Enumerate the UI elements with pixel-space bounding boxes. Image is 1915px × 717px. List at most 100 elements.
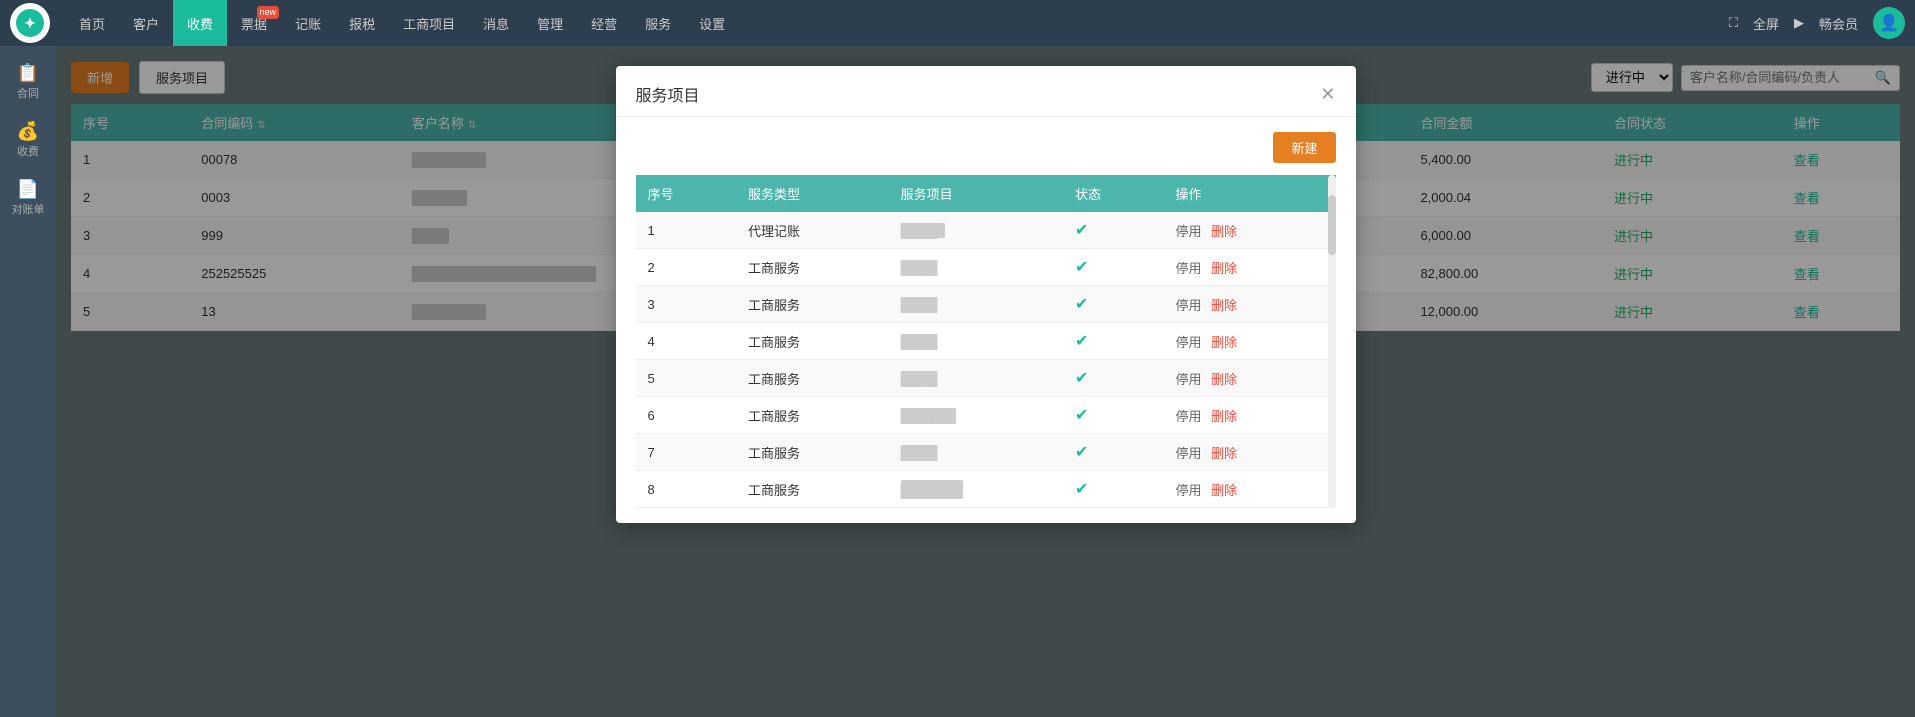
delete-button[interactable]: 删除 (1211, 224, 1237, 239)
modal-table-row: 5 工商服务 ████ ✔ 停用 删除 (636, 360, 1336, 397)
modal-cell-service-item: ████1 (889, 212, 1063, 249)
stop-button[interactable]: 停用 (1175, 409, 1201, 424)
play-icon[interactable]: ▶ (1794, 15, 1804, 31)
modal-table-header: 序号 服务类型 服务项目 状态 操作 (636, 175, 1336, 212)
nav-service[interactable]: 服务 (631, 0, 685, 46)
modal-cell-actions: 停用 删除 (1163, 397, 1335, 434)
modal-cell-seq: 6 (636, 397, 736, 434)
stop-button[interactable]: 停用 (1175, 446, 1201, 461)
modal-cell-status: ✔ (1063, 323, 1163, 360)
statement-icon: 📄 (17, 180, 39, 198)
modal-col-seq: 序号 (636, 175, 736, 212)
nav-fee[interactable]: 收费 (173, 0, 227, 46)
modal-table-row: 4 工商服务 ████ ✔ 停用 删除 (636, 323, 1336, 360)
nav-invoice[interactable]: 票据 new (227, 0, 281, 46)
modal-col-service-type: 服务类型 (736, 175, 889, 212)
delete-button[interactable]: 删除 (1211, 446, 1237, 461)
modal-title: 服务项目 (636, 82, 700, 106)
stop-button[interactable]: 停用 (1175, 335, 1201, 350)
nav-message[interactable]: 消息 (469, 0, 523, 46)
status-check-icon: ✔ (1075, 296, 1088, 313)
nav-home[interactable]: 首页 (65, 0, 119, 46)
modal-cell-actions: 停用 删除 (1163, 286, 1335, 323)
nav-business[interactable]: 工商项目 (389, 0, 469, 46)
modal-table-row: 1 代理记账 ████1 ✔ 停用 删除 (636, 212, 1336, 249)
top-navigation: ✦ 首页 客户 收费 票据 new 记账 报税 工商项目 消息 管理 经营 服务… (0, 0, 1915, 46)
modal-cell-actions: 停用 删除 (1163, 434, 1335, 471)
delete-button[interactable]: 删除 (1211, 483, 1237, 498)
delete-button[interactable]: 删除 (1211, 372, 1237, 387)
nav-tax[interactable]: 报税 (335, 0, 389, 46)
sidebar-label-statement: 对账单 (12, 201, 45, 217)
sidebar-label-fee: 收费 (17, 143, 39, 159)
stop-button[interactable]: 停用 (1175, 483, 1201, 498)
stop-button[interactable]: 停用 (1175, 224, 1201, 239)
delete-button[interactable]: 删除 (1211, 261, 1237, 276)
modal-cell-service-type: 工商服务 (736, 323, 889, 360)
modal-cell-seq: 8 (636, 471, 736, 508)
sidebar-item-statement[interactable]: 📄 对账单 (3, 172, 53, 225)
status-check-icon: ✔ (1075, 259, 1088, 276)
status-check-icon: ✔ (1075, 222, 1088, 239)
modal-cell-status: ✔ (1063, 471, 1163, 508)
sidebar-item-fee[interactable]: 💰 收费 (3, 114, 53, 167)
contract-icon: 📋 (17, 64, 39, 82)
modal-cell-service-item: ████ (889, 286, 1063, 323)
status-check-icon: ✔ (1075, 444, 1088, 461)
stop-button[interactable]: 停用 (1175, 372, 1201, 387)
nav-bookkeeping[interactable]: 记账 (281, 0, 335, 46)
nav-client[interactable]: 客户 (119, 0, 173, 46)
modal-cell-seq: 3 (636, 286, 736, 323)
modal-cell-service-item: ████ (889, 249, 1063, 286)
status-check-icon: ✔ (1075, 370, 1088, 387)
modal-cell-actions: 停用 删除 (1163, 323, 1335, 360)
modal-cell-service-type: 工商服务 (736, 360, 889, 397)
sidebar: 📋 合同 💰 收费 📄 对账单 (0, 46, 56, 717)
modal-table-row: 3 工商服务 ████ ✔ 停用 删除 (636, 286, 1336, 323)
modal-header: 服务项目 ✕ (616, 66, 1356, 117)
fullscreen-label: 全屏 (1753, 14, 1779, 33)
modal-cell-seq: 4 (636, 323, 736, 360)
modal-cell-seq: 5 (636, 360, 736, 397)
modal-cell-actions: 停用 删除 (1163, 212, 1335, 249)
modal-cell-service-item: ████ (889, 434, 1063, 471)
user-avatar[interactable]: 👤 (1873, 7, 1905, 39)
modal-cell-actions: 停用 删除 (1163, 360, 1335, 397)
nav-settings[interactable]: 设置 (685, 0, 739, 46)
sidebar-item-contract[interactable]: 📋 合同 (3, 56, 53, 109)
modal-col-service-item: 服务项目 (889, 175, 1063, 212)
modal-cell-actions: 停用 删除 (1163, 249, 1335, 286)
stop-button[interactable]: 停用 (1175, 298, 1201, 313)
delete-button[interactable]: 删除 (1211, 409, 1237, 424)
modal-cell-status: ✔ (1063, 434, 1163, 471)
modal-overlay: 服务项目 ✕ 新建 序号 服务类型 服务项目 (56, 46, 1915, 717)
modal-cell-service-item: ████注册 (889, 471, 1063, 508)
modal-cell-service-item: ████ (889, 360, 1063, 397)
scrollbar-track[interactable] (1328, 175, 1336, 508)
modal-cell-service-type: 工商服务 (736, 286, 889, 323)
modal-cell-seq: 1 (636, 212, 736, 249)
delete-button[interactable]: 删除 (1211, 335, 1237, 350)
fee-icon: 💰 (17, 122, 39, 140)
modal-cell-status: ✔ (1063, 212, 1163, 249)
modal-table-row: 6 工商服务 ██████ ✔ 停用 删除 (636, 397, 1336, 434)
modal-cell-service-type: 代理记账 (736, 212, 889, 249)
modal-table-row: 2 工商服务 ████ ✔ 停用 删除 (636, 249, 1336, 286)
nav-manage[interactable]: 管理 (523, 0, 577, 46)
modal-new-button[interactable]: 新建 (1273, 132, 1335, 163)
modal-cell-seq: 2 (636, 249, 736, 286)
service-items-table: 序号 服务类型 服务项目 状态 操作 1 代理记账 ████1 ✔ 停用 (636, 175, 1336, 508)
modal-cell-status: ✔ (1063, 360, 1163, 397)
scrollbar-thumb[interactable] (1328, 195, 1336, 255)
nav-operation[interactable]: 经营 (577, 0, 631, 46)
modal-toolbar: 新建 (636, 132, 1336, 163)
modal-cell-status: ✔ (1063, 249, 1163, 286)
modal-cell-service-item: ██████ (889, 397, 1063, 434)
delete-button[interactable]: 删除 (1211, 298, 1237, 313)
modal-close-button[interactable]: ✕ (1320, 85, 1335, 103)
member-label: 畅会员 (1819, 14, 1858, 33)
fullscreen-icon[interactable]: ⛶ (1729, 15, 1738, 31)
stop-button[interactable]: 停用 (1175, 261, 1201, 276)
modal-cell-seq: 7 (636, 434, 736, 471)
sidebar-label-contract: 合同 (17, 85, 39, 101)
